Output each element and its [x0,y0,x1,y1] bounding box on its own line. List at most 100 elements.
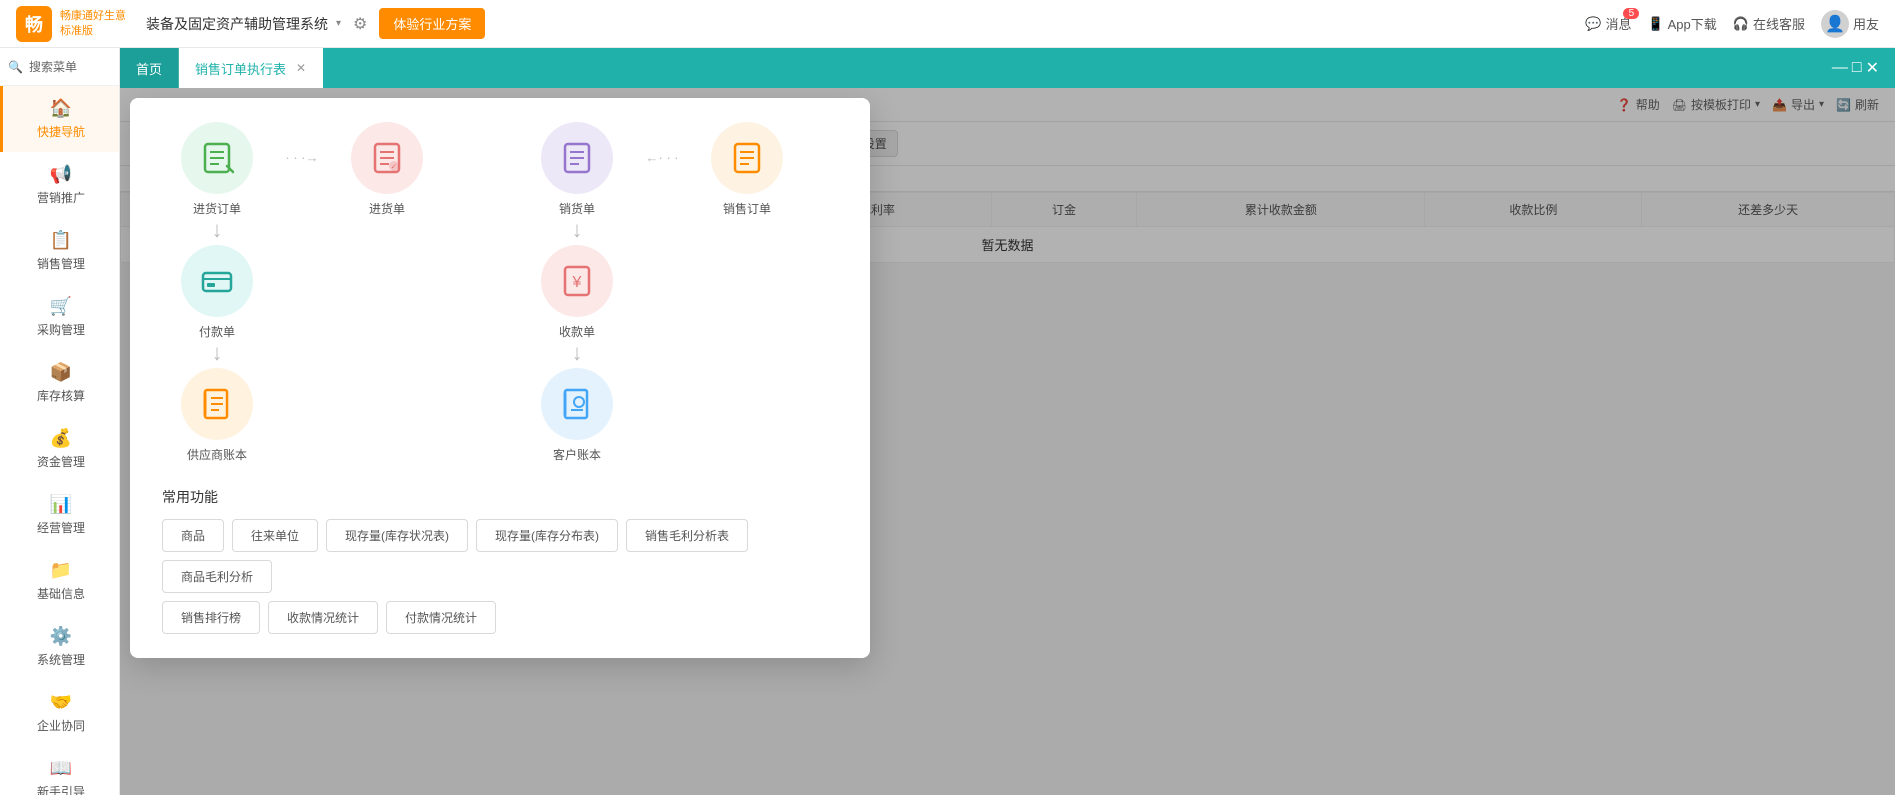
common-buttons-row-2: 销售排行榜 收款情况统计 付款情况统计 [162,601,838,634]
search-menu[interactable]: 🔍 搜索菜单 [0,48,119,86]
flow-node-payment[interactable]: 付款单 [162,245,272,340]
sidebar-label-purchase: 采购管理 [37,321,85,338]
sidebar-item-newcomer[interactable]: 📖 新手引导 [0,746,119,795]
user-item[interactable]: 👤 用友 [1821,10,1879,38]
supplier-ledger-icon [181,368,253,440]
cooperation-icon: 🤝 [50,692,72,713]
common-functions-section: 常用功能 商品 往来单位 现存量(库存状况表) 现存量(库存分布表) 销售毛利分… [162,487,838,634]
top-center: 装备及固定资产辅助管理系统 ▾ ⚙ 体验行业方案 [126,8,1585,39]
common-btn-product[interactable]: 商品 [162,519,224,552]
common-btn-stock-status[interactable]: 现存量(库存状况表) [326,519,468,552]
online-service-label: 在线客服 [1753,14,1805,33]
common-btn-sales-margin[interactable]: 销售毛利分析表 [626,519,748,552]
flow-node-sales-bill[interactable]: 销货单 [522,122,632,217]
sidebar-item-purchase[interactable]: 🛒 采购管理 [0,284,119,350]
gear-button[interactable]: ⚙ [349,10,371,38]
svg-text:¥: ¥ [572,274,582,291]
sales-bill-icon [541,122,613,194]
flow-node-purchase-bill[interactable]: ✓ 进货单 [332,122,442,217]
tab-sales-order-exec-label: 销售订单执行表 [195,59,286,78]
avatar-icon: 👤 [1825,14,1845,34]
user-avatar: 👤 [1821,10,1849,38]
page-content: ❓ 帮助 🖨 按模板打印 ▾ 📤 导出 ▾ 🔄 [120,88,1895,795]
common-btn-payment-stats[interactable]: 付款情况统计 [386,601,496,634]
message-item[interactable]: 💬 消息 5 [1585,14,1631,33]
online-service-item[interactable]: 🎧 在线客服 [1733,14,1805,33]
arrow-down-1: ↓ [212,217,223,245]
sales-order-icon [711,122,783,194]
sidebar-label-inventory: 库存核算 [37,387,85,404]
basic-info-icon: 📁 [50,560,72,581]
app-download-item[interactable]: 📱 App下载 [1647,14,1716,33]
sidebar-item-inventory[interactable]: 📦 库存核算 [0,350,119,416]
experience-btn[interactable]: 体验行业方案 [379,8,485,39]
purchase-icon: 🛒 [50,296,72,317]
flow-node-supplier-ledger[interactable]: 供应商账本 [162,368,272,463]
marketing-icon: 📢 [50,164,72,185]
message-badge: 5 [1623,8,1639,19]
system-dropdown-arrow[interactable]: ▾ [336,18,341,29]
payment-label: 付款单 [199,323,235,340]
scroll-left-arrow[interactable]: ◀ [132,656,143,659]
sidebar-label-sales: 销售管理 [37,255,85,272]
sidebar-item-basic-info[interactable]: 📁 基础信息 [0,548,119,614]
common-btn-sales-rank[interactable]: 销售排行榜 [162,601,260,634]
service-icon: 🎧 [1733,16,1749,32]
purchase-order-icon [181,122,253,194]
sidebar-item-cooperation[interactable]: 🤝 企业协同 [0,680,119,746]
common-buttons-row: 商品 往来单位 现存量(库存状况表) 现存量(库存分布表) 销售毛利分析表 商品… [162,519,838,593]
download-icon: 📱 [1647,16,1663,32]
sidebar-item-quick-nav[interactable]: 🏠 快捷导航 [0,86,119,152]
sidebar-label-basic-info: 基础信息 [37,585,85,602]
tab-close-icon[interactable]: ✕ [296,61,306,75]
purchase-bill-label: 进货单 [369,200,405,217]
customer-ledger-label: 客户账本 [553,446,601,463]
app-download-label: App下载 [1668,14,1717,33]
sales-order-label: 销售订单 [723,200,771,217]
content-area: 首页 销售订单执行表 ✕ — □ ✕ ❓ [120,48,1895,795]
tab-bar: 首页 销售订单执行表 ✕ — □ ✕ [120,48,1895,88]
window-minimize-btn[interactable]: — [1832,59,1848,77]
flow-col-left: 进货订单 ↓ 付款单 ↓ [162,122,272,463]
window-close-btn[interactable]: ✕ [1866,58,1879,78]
scroll-right-arrow[interactable]: ▶ [857,656,868,659]
common-btn-product-margin[interactable]: 商品毛利分析 [162,560,272,593]
sidebar-item-finance[interactable]: 💰 资金管理 [0,416,119,482]
user-label: 用友 [1853,14,1879,33]
sidebar-item-business[interactable]: 📊 经营管理 [0,482,119,548]
common-btn-stock-dist[interactable]: 现存量(库存分布表) [476,519,618,552]
common-btn-partners[interactable]: 往来单位 [232,519,318,552]
tab-home-label: 首页 [136,59,162,78]
tab-home[interactable]: 首页 [120,48,179,88]
finance-icon: 💰 [50,428,72,449]
common-section-title: 常用功能 [162,487,838,507]
arrow-purchase-order-to-bill: · · ·→ [272,122,332,165]
business-icon: 📊 [50,494,72,515]
payment-icon [181,245,253,317]
modal-content: 进货订单 ↓ 付款单 ↓ [130,98,870,658]
sidebar-label-system: 系统管理 [37,651,85,668]
sidebar-item-sales[interactable]: 📋 销售管理 [0,218,119,284]
sidebar-label-quick-nav: 快捷导航 [37,123,85,140]
purchase-order-label: 进货订单 [193,200,241,217]
app-wrapper: 畅 畅康通好生意标准版 装备及固定资产辅助管理系统 ▾ ⚙ 体验行业方案 💬 消… [0,0,1895,795]
top-right: 💬 消息 5 📱 App下载 🎧 在线客服 👤 用友 [1585,10,1879,38]
flow-node-receipt[interactable]: ¥ 收款单 [522,245,632,340]
sidebar-item-system[interactable]: ⚙️ 系统管理 [0,614,119,680]
common-btn-receipt-stats[interactable]: 收款情况统计 [268,601,378,634]
sidebar-label-business: 经营管理 [37,519,85,536]
flow-node-purchase-order[interactable]: 进货订单 [162,122,272,217]
flow-col-sales: 销货单 ↓ ¥ 收款单 ↓ [522,122,632,463]
system-icon: ⚙️ [50,626,72,647]
flow-node-customer-ledger[interactable]: 客户账本 [522,368,632,463]
sidebar-item-marketing[interactable]: 📢 营销推广 [0,152,119,218]
sidebar: 🔍 搜索菜单 🏠 快捷导航 📢 营销推广 📋 销售管理 🛒 采购管理 📦 [0,48,120,795]
top-bar: 畅 畅康通好生意标准版 装备及固定资产辅助管理系统 ▾ ⚙ 体验行业方案 💬 消… [0,0,1895,48]
tab-sales-order-exec[interactable]: 销售订单执行表 ✕ [179,48,323,88]
home-icon: 🏠 [50,98,72,119]
flow-col-purchase-bill: ✓ 进货单 [332,122,442,217]
message-icon: 💬 [1585,16,1601,32]
window-maximize-btn[interactable]: □ [1852,59,1862,77]
customer-ledger-icon [541,368,613,440]
flow-node-sales-order[interactable]: 销售订单 [692,122,802,217]
